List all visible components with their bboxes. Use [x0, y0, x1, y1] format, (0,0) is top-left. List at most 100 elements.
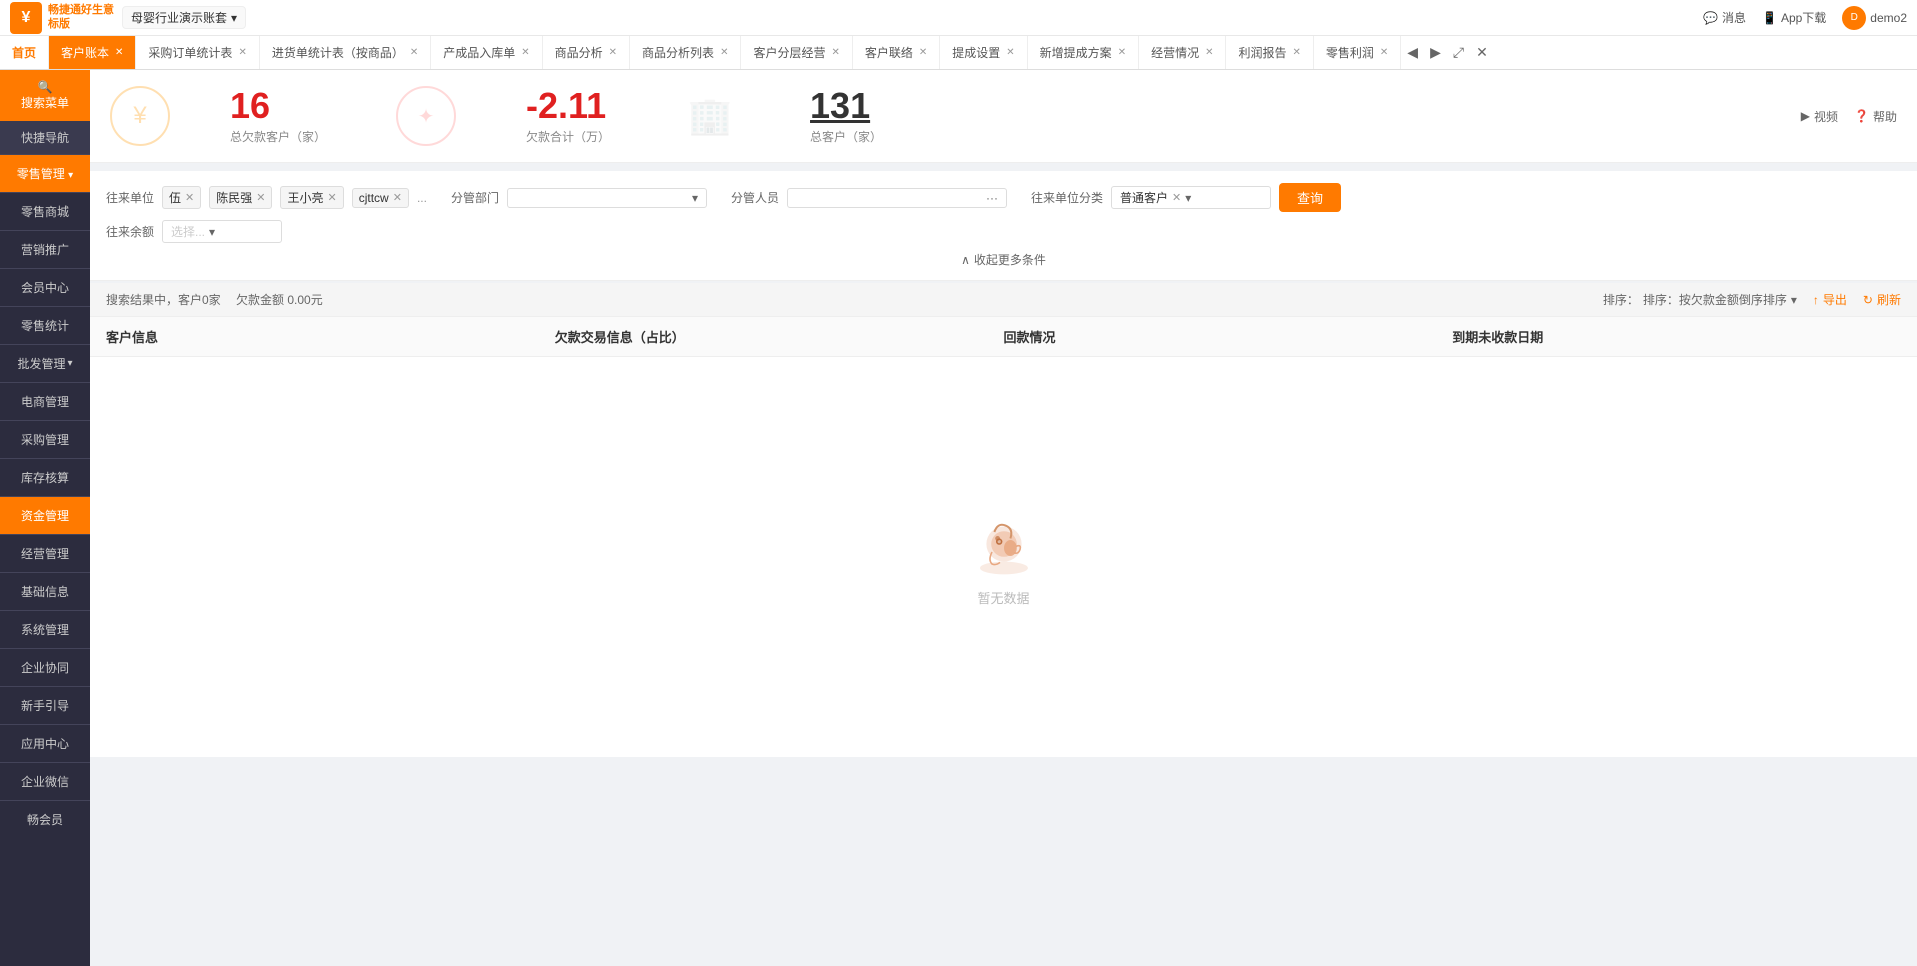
tab-close-icon[interactable]: ✕ [609, 47, 617, 58]
tab-commission-settings[interactable]: 提成设置 ✕ [940, 36, 1027, 70]
sidebar-quick-nav[interactable]: 快捷导航 [0, 121, 90, 154]
chevron-down-icon: ▾ [1185, 191, 1191, 205]
filter-tag-chenminqiang[interactable]: 陈民强 ✕ [209, 186, 272, 209]
filter-more-button[interactable]: ... [417, 191, 427, 205]
sidebar-item-inventory[interactable]: 库存核算 [0, 458, 90, 496]
sidebar-item-retail-management[interactable]: 零售管理 ▾ [0, 154, 90, 192]
tab-customer-segmentation[interactable]: 客户分层经营 ✕ [741, 36, 852, 70]
sidebar-quick-nav-label: 快捷导航 [0, 129, 90, 146]
sidebar-item-label: 企业微信 [21, 775, 69, 789]
sidebar-item-ecommerce[interactable]: 电商管理 [0, 382, 90, 420]
sidebar-item-marketing[interactable]: 营销推广 [0, 230, 90, 268]
query-button[interactable]: 查询 [1279, 183, 1341, 212]
filter-tag-ordinary-customer[interactable]: 普通客户 ✕ [1120, 189, 1181, 206]
sidebar-item-new-guide[interactable]: 新手引导 [0, 686, 90, 724]
filter-tag-wangxiaoliang[interactable]: 王小亮 ✕ [280, 186, 343, 209]
tab-close-icon[interactable]: ✕ [238, 47, 246, 58]
close-icon[interactable]: ✕ [393, 191, 402, 204]
tab-profit-report[interactable]: 利润报告 ✕ [1226, 36, 1313, 70]
tab-customer-contact[interactable]: 客户联络 ✕ [853, 36, 940, 70]
tab-close-icon[interactable]: ✕ [521, 47, 529, 58]
tab-bar: 首页 客户账本 ✕ 采购订单统计表 ✕ 进货单统计表（按商品） ✕ 产成品入库单… [0, 36, 1917, 70]
tab-customer-ledger-label: 客户账本 [61, 44, 109, 61]
sidebar-item-system[interactable]: 系统管理 [0, 610, 90, 648]
filter-tag-wu[interactable]: 伍 ✕ [162, 186, 201, 209]
close-icon[interactable]: ✕ [1172, 191, 1181, 204]
search-icon: 🔍 [38, 80, 53, 94]
stat-number-debt: -2.11 [526, 88, 606, 124]
app-download-button[interactable]: 📱 App下载 [1762, 9, 1826, 26]
sidebar-item-wholesale[interactable]: 批发管理 ▾ [0, 344, 90, 382]
tab-nav-next[interactable]: ▶ [1424, 44, 1447, 61]
download-icon: 📱 [1762, 11, 1777, 25]
filter-row-2: 往来余额 选择... ▾ [106, 220, 1901, 243]
top-nav-bar: ¥ 畅捷通好生意 标版 母婴行业演示账套 ▾ 💬 消息 📱 App下载 D de… [0, 0, 1917, 36]
tab-close-icon[interactable]: ✕ [1205, 47, 1213, 58]
tab-label: 采购订单统计表 [148, 44, 232, 61]
video-button[interactable]: ▶ 视频 [1801, 108, 1838, 125]
tab-close-icon[interactable]: ✕ [115, 47, 123, 58]
tab-close-icon[interactable]: ✕ [1118, 47, 1126, 58]
tab-purchase-order-stats[interactable]: 采购订单统计表 ✕ [136, 36, 259, 70]
filter-branch-person-select[interactable]: ··· [787, 188, 1007, 208]
sidebar-item-chang-member[interactable]: 畅会员 [0, 800, 90, 838]
tab-product-analysis[interactable]: 商品分析 ✕ [543, 36, 630, 70]
filter-tag-cjttcw[interactable]: cjttcw ✕ [352, 188, 409, 208]
tab-close-icon[interactable]: ✕ [1380, 47, 1388, 58]
help-button[interactable]: ❓ 帮助 [1854, 108, 1897, 125]
sidebar-item-retail-mall[interactable]: 零售商城 [0, 192, 90, 230]
sidebar-item-label: 营销推广 [21, 243, 69, 257]
workspace-selector[interactable]: 母婴行业演示账套 ▾ [122, 6, 246, 29]
sidebar-item-basic-info[interactable]: 基础信息 [0, 572, 90, 610]
sidebar-item-label: 企业协同 [21, 661, 69, 675]
tab-inbound-stats[interactable]: 进货单统计表（按商品） ✕ [260, 36, 431, 70]
tab-nav-prev[interactable]: ◀ [1401, 44, 1424, 61]
results-info: 搜索结果中，客户0家 欠款金额 0.00元 [106, 291, 323, 308]
workspace-label: 母婴行业演示账套 [131, 9, 227, 26]
sidebar-item-enterprise-wechat[interactable]: 企业微信 [0, 762, 90, 800]
tab-close-icon[interactable]: ✕ [410, 47, 418, 58]
sidebar-item-enterprise-collab[interactable]: 企业协同 [0, 648, 90, 686]
tab-close-icon[interactable]: ✕ [1006, 47, 1014, 58]
sidebar-item-retail-stats[interactable]: 零售统计 [0, 306, 90, 344]
tab-restore[interactable]: ⤢ [1447, 44, 1470, 61]
tab-close-icon[interactable]: ✕ [919, 47, 927, 58]
close-icon[interactable]: ✕ [256, 191, 265, 204]
tab-close-icon[interactable]: ✕ [720, 47, 728, 58]
close-icon[interactable]: ✕ [328, 191, 337, 204]
tab-close-icon[interactable]: ✕ [831, 47, 839, 58]
tab-retail-profit[interactable]: 零售利润 ✕ [1314, 36, 1401, 70]
sidebar-item-label: 经营管理 [21, 547, 69, 561]
tab-close-all[interactable]: ✕ [1470, 44, 1494, 61]
messages-button[interactable]: 💬 消息 [1703, 9, 1746, 26]
sidebar-item-finance[interactable]: 资金管理 [0, 496, 90, 534]
content-top-actions: ▶ 视频 ❓ 帮助 [1801, 108, 1897, 125]
close-icon[interactable]: ✕ [185, 191, 194, 204]
refresh-button[interactable]: ↻ 刷新 [1863, 291, 1901, 308]
chevron-down-icon: ▾ [1791, 293, 1797, 307]
tab-product-inbound[interactable]: 产成品入库单 ✕ [431, 36, 542, 70]
stat-number-customers: 16 [230, 88, 270, 124]
sidebar-item-member-center[interactable]: 会员中心 [0, 268, 90, 306]
filter-unit-category-select[interactable]: 普通客户 ✕ ▾ [1111, 186, 1271, 209]
sidebar-item-label: 畅会员 [27, 813, 63, 827]
table-container: 客户信息 欠款交易信息（占比） 回款情况 到期未收款日期 [90, 317, 1917, 757]
tab-product-analysis-list[interactable]: 商品分析列表 ✕ [630, 36, 741, 70]
tab-customer-ledger[interactable]: 客户账本 ✕ [49, 36, 136, 70]
tab-home[interactable]: 首页 [0, 36, 49, 70]
sort-selector[interactable]: 排序： 排序：按欠款金额倒序排序 ▾ [1603, 291, 1797, 308]
tab-business-situation[interactable]: 经营情况 ✕ [1139, 36, 1226, 70]
filter-remain-select[interactable]: 选择... ▾ [162, 220, 282, 243]
tab-close-icon[interactable]: ✕ [1293, 47, 1301, 58]
stat-block-debt: -2.11 欠款合计（万） [486, 88, 650, 145]
filter-branch-dept-select[interactable]: ▾ [507, 188, 707, 208]
sidebar-item-business[interactable]: 经营管理 [0, 534, 90, 572]
export-button[interactable]: ↑ 导出 [1813, 291, 1847, 308]
sidebar-item-purchase[interactable]: 采购管理 [0, 420, 90, 458]
sidebar-search[interactable]: 🔍 搜索菜单 [0, 70, 90, 121]
tab-add-commission[interactable]: 新增提成方案 ✕ [1028, 36, 1139, 70]
sidebar-item-app-center[interactable]: 应用中心 [0, 724, 90, 762]
user-profile[interactable]: D demo2 [1842, 6, 1907, 30]
stat-block-customers: 16 总欠款客户（家） [190, 88, 366, 145]
collapse-button[interactable]: ∧ 收起更多条件 [961, 251, 1046, 268]
